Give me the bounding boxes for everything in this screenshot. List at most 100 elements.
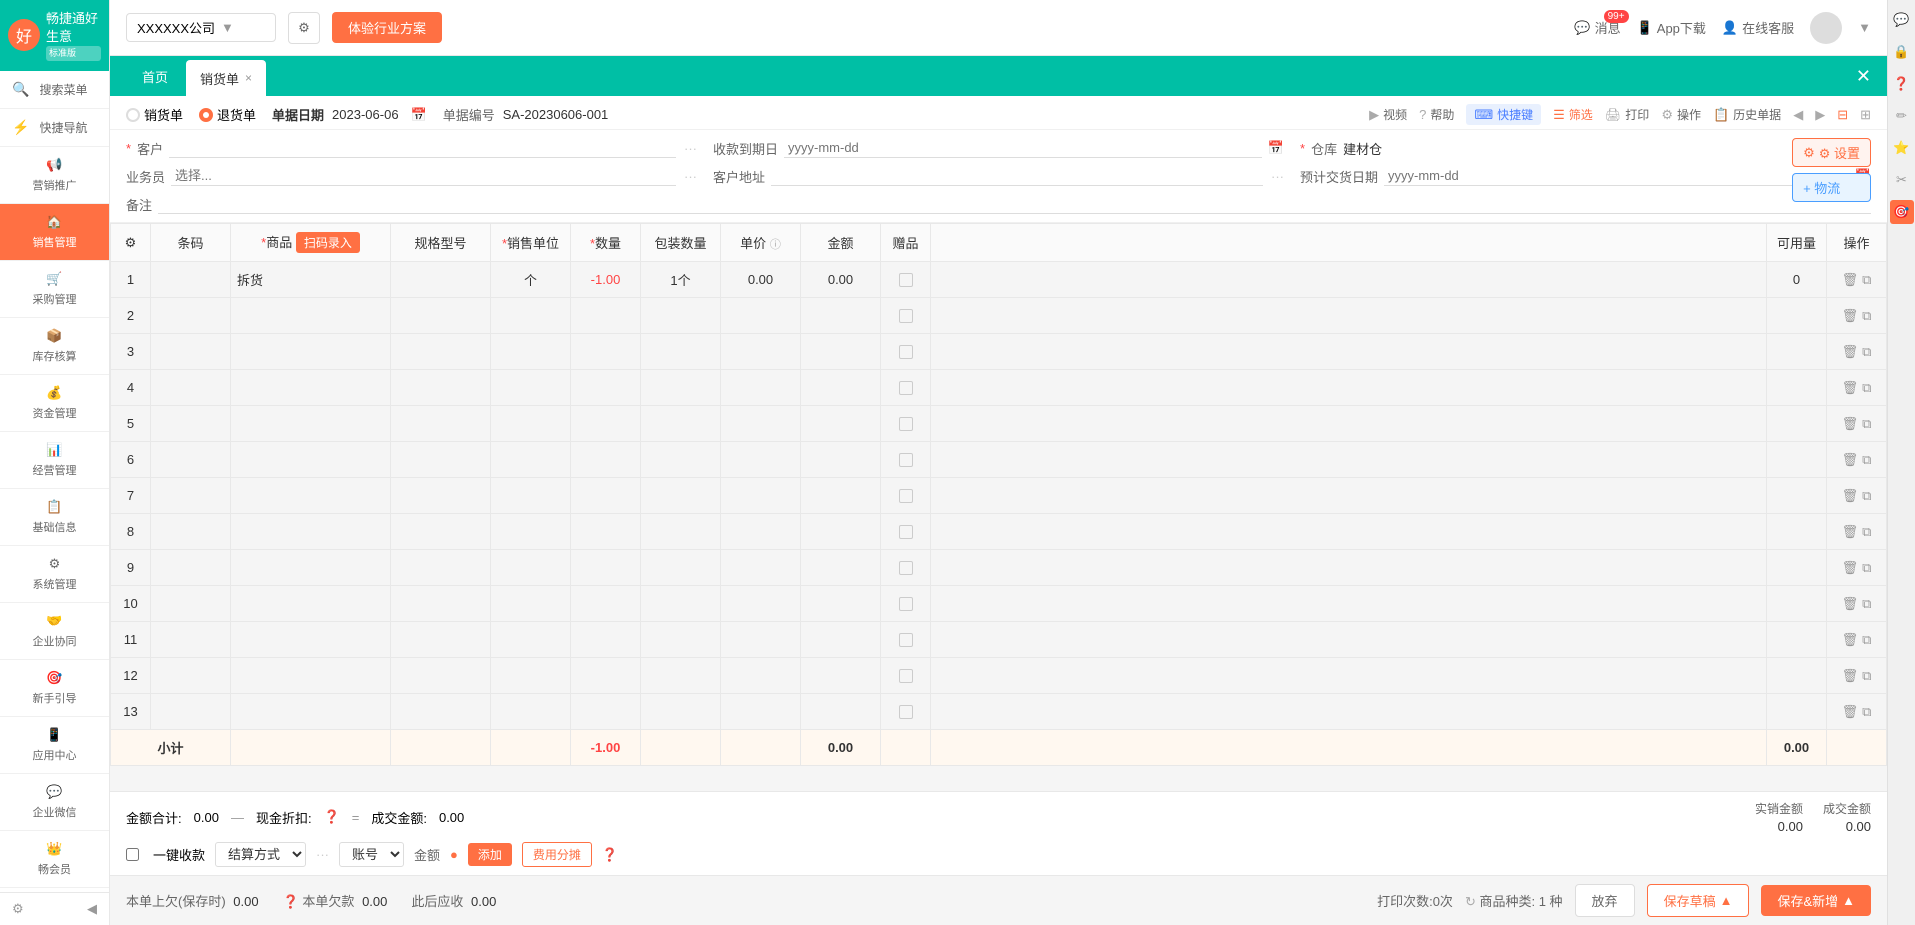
sidebar-item-purchase[interactable]: 🛒 采购管理 xyxy=(0,261,109,318)
row-gift-2[interactable] xyxy=(881,298,931,334)
row-pkg-qty-1[interactable]: 1个 xyxy=(641,262,721,298)
row-barcode-10[interactable] xyxy=(151,586,231,622)
right-panel-scissors[interactable]: ✂ xyxy=(1890,168,1914,192)
row-barcode-1[interactable] xyxy=(151,262,231,298)
row-pkg-qty-11[interactable] xyxy=(641,622,721,658)
right-panel-lock[interactable]: 🔒 xyxy=(1890,40,1914,64)
row-pkg-qty-13[interactable] xyxy=(641,694,721,730)
copy-icon-5[interactable]: ⧉ xyxy=(1862,416,1871,432)
row-barcode-6[interactable] xyxy=(151,442,231,478)
user-avatar[interactable] xyxy=(1810,12,1842,44)
row-qty-8[interactable] xyxy=(571,514,641,550)
row-qty-13[interactable] xyxy=(571,694,641,730)
row-amount-5[interactable] xyxy=(801,406,881,442)
row-price-13[interactable] xyxy=(721,694,801,730)
row-op-13[interactable]: 🗑 ⧉ xyxy=(1827,694,1887,730)
row-spec-13[interactable] xyxy=(391,694,491,730)
row-amount-8[interactable] xyxy=(801,514,881,550)
settings-button[interactable]: ⚙ ⚙ 设置 xyxy=(1792,138,1871,167)
gift-checkbox-8[interactable] xyxy=(899,525,913,539)
row-spec-1[interactable] xyxy=(391,262,491,298)
copy-icon-3[interactable]: ⧉ xyxy=(1862,344,1871,360)
save-new-button[interactable]: 保存&新增 ▲ xyxy=(1761,885,1871,916)
sidebar-item-sales[interactable]: 🏠 销售管理 xyxy=(0,204,109,261)
toolbar-video[interactable]: ▶ 视频 xyxy=(1369,106,1407,123)
delete-icon-5[interactable]: 🗑 xyxy=(1842,416,1859,432)
row-gift-1[interactable] xyxy=(881,262,931,298)
row-unit-8[interactable] xyxy=(491,514,571,550)
copy-icon-6[interactable]: ⧉ xyxy=(1862,452,1871,468)
row-price-2[interactable] xyxy=(721,298,801,334)
row-amount-12[interactable] xyxy=(801,658,881,694)
right-panel-star[interactable]: ⭐ xyxy=(1890,136,1914,160)
split-view-icon[interactable]: ⊞ xyxy=(1860,107,1871,123)
row-amount-11[interactable] xyxy=(801,622,881,658)
row-gift-5[interactable] xyxy=(881,406,931,442)
row-spec-7[interactable] xyxy=(391,478,491,514)
delete-icon-13[interactable]: 🗑 xyxy=(1842,704,1859,720)
row-price-4[interactable] xyxy=(721,370,801,406)
toolbar-history[interactable]: 📋 历史单据 xyxy=(1713,106,1781,123)
gift-checkbox-7[interactable] xyxy=(899,489,913,503)
calc-method-select[interactable]: 结算方式 xyxy=(215,842,306,867)
row-spec-6[interactable] xyxy=(391,442,491,478)
row-gift-4[interactable] xyxy=(881,370,931,406)
online-service-button[interactable]: 👤 在线客服 xyxy=(1722,18,1794,37)
row-qty-10[interactable] xyxy=(571,586,641,622)
gear-button[interactable]: ⚙ xyxy=(288,12,320,44)
add-button[interactable]: 添加 xyxy=(468,843,512,866)
row-pkg-qty-6[interactable] xyxy=(641,442,721,478)
question-icon[interactable]: ❓ xyxy=(324,809,340,825)
chevron-up-icon-save[interactable]: ▲ xyxy=(1842,893,1855,908)
row-gift-12[interactable] xyxy=(881,658,931,694)
gift-checkbox-2[interactable] xyxy=(899,309,913,323)
row-goods-2[interactable] xyxy=(231,298,391,334)
row-price-5[interactable] xyxy=(721,406,801,442)
row-price-7[interactable] xyxy=(721,478,801,514)
calc-method-dots[interactable]: ··· xyxy=(316,847,329,862)
th-settings[interactable]: ⚙ xyxy=(111,224,151,262)
row-spec-5[interactable] xyxy=(391,406,491,442)
receive-date-input[interactable] xyxy=(784,138,1262,158)
radio-return-circle[interactable] xyxy=(199,108,213,122)
row-qty-5[interactable] xyxy=(571,406,641,442)
delete-icon-4[interactable]: 🗑 xyxy=(1842,380,1859,396)
sidebar-item-shortcut-nav[interactable]: ⚡ 快捷导航 xyxy=(0,109,109,147)
addr-dots-btn[interactable]: ··· xyxy=(1271,169,1284,184)
gift-checkbox-10[interactable] xyxy=(899,597,913,611)
radio-sales-circle[interactable] xyxy=(126,108,140,122)
app-download-button[interactable]: 📱 App下载 xyxy=(1637,18,1706,37)
collapse-icon[interactable]: ◀ xyxy=(87,901,97,917)
delete-icon-1[interactable]: 🗑 xyxy=(1842,272,1859,288)
toolbar-operate[interactable]: ⚙ 操作 xyxy=(1661,106,1701,123)
settings-bottom-icon[interactable]: ⚙ xyxy=(12,901,24,917)
row-unit-12[interactable] xyxy=(491,658,571,694)
row-gift-3[interactable] xyxy=(881,334,931,370)
company-selector[interactable]: XXXXXX公司 ▼ xyxy=(126,13,276,42)
row-goods-8[interactable] xyxy=(231,514,391,550)
customer-dots-btn[interactable]: ··· xyxy=(684,141,697,156)
row-goods-6[interactable] xyxy=(231,442,391,478)
sidebar-item-capital[interactable]: 💰 资金管理 xyxy=(0,375,109,432)
gift-checkbox-13[interactable] xyxy=(899,705,913,719)
row-unit-3[interactable] xyxy=(491,334,571,370)
row-op-3[interactable]: 🗑 ⧉ xyxy=(1827,334,1887,370)
notes-input[interactable] xyxy=(158,194,1871,214)
row-qty-11[interactable] xyxy=(571,622,641,658)
row-pkg-qty-8[interactable] xyxy=(641,514,721,550)
scan-button[interactable]: 扫码录入 xyxy=(296,232,360,253)
gift-checkbox-6[interactable] xyxy=(899,453,913,467)
right-panel-question[interactable]: ❓ xyxy=(1890,72,1914,96)
row-amount-9[interactable] xyxy=(801,550,881,586)
row-unit-5[interactable] xyxy=(491,406,571,442)
expense-question-icon[interactable]: ❓ xyxy=(602,847,618,863)
row-spec-10[interactable] xyxy=(391,586,491,622)
sidebar-item-operation[interactable]: 📊 经营管理 xyxy=(0,432,109,489)
save-draft-button[interactable]: 保存草稿 ▲ xyxy=(1647,884,1750,917)
row-amount-10[interactable] xyxy=(801,586,881,622)
row-goods-1[interactable]: 拆货 xyxy=(231,262,391,298)
row-barcode-8[interactable] xyxy=(151,514,231,550)
row-amount-7[interactable] xyxy=(801,478,881,514)
row-unit-13[interactable] xyxy=(491,694,571,730)
row-pkg-qty-12[interactable] xyxy=(641,658,721,694)
